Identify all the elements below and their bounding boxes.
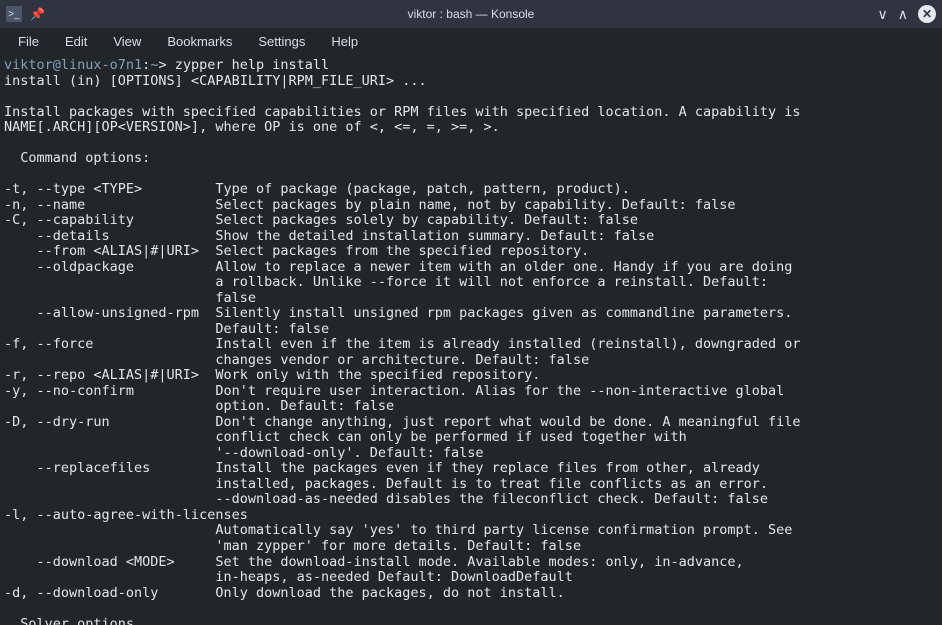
menu-file[interactable]: File — [6, 32, 51, 51]
menu-view[interactable]: View — [101, 32, 153, 51]
window-title: viktor : bash — Konsole — [126, 7, 816, 21]
terminal-icon: >_ — [6, 6, 22, 22]
titlebar: >_ 📌 viktor : bash — Konsole ∨ ∧ ✕ — [0, 0, 942, 28]
maximize-icon[interactable]: ∧ — [898, 6, 908, 23]
close-icon[interactable]: ✕ — [918, 5, 936, 23]
menu-help[interactable]: Help — [319, 32, 370, 51]
titlebar-left: >_ 📌 — [6, 6, 126, 22]
pin-icon[interactable]: 📌 — [30, 7, 45, 21]
menu-edit[interactable]: Edit — [53, 32, 99, 51]
menu-bookmarks[interactable]: Bookmarks — [155, 32, 244, 51]
menubar: File Edit View Bookmarks Settings Help — [0, 28, 942, 54]
titlebar-right: ∨ ∧ ✕ — [816, 5, 936, 23]
minimize-icon[interactable]: ∨ — [878, 6, 888, 23]
menu-settings[interactable]: Settings — [246, 32, 317, 51]
terminal-output[interactable]: viktor@linux-o7n1:~> zypper help install… — [0, 54, 942, 625]
